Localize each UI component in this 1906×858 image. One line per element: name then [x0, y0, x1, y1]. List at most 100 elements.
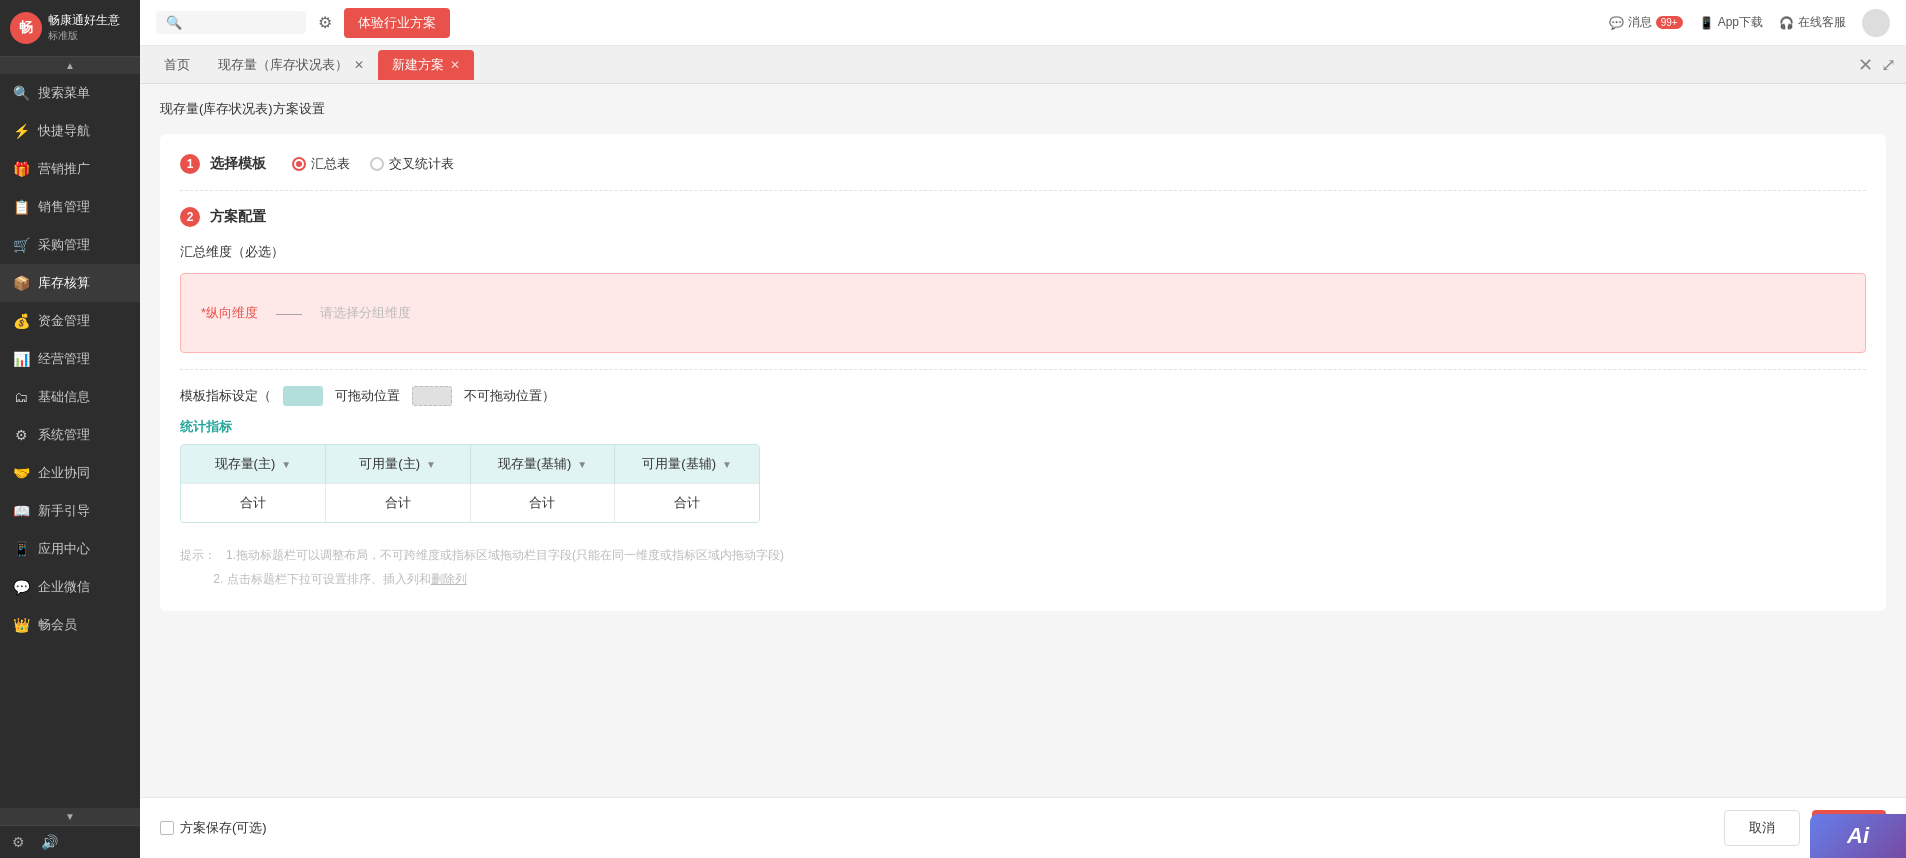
topbar-right: 💬 消息 99+ 📱 App下载 🎧 在线客服 — [1609, 9, 1890, 37]
tab-new-scheme-label: 新建方案 — [392, 56, 444, 74]
tab-inventory-status[interactable]: 现存量（库存状况表） ✕ — [204, 50, 378, 80]
sidebar-item-system[interactable]: ⚙ 系统管理 — [0, 416, 140, 454]
app-name: 畅康通好生意 — [48, 13, 120, 29]
dimension-box[interactable]: *纵向维度 —— 请选择分组维度 — [180, 273, 1866, 353]
sidebar-scroll-down[interactable]: ▼ — [0, 808, 140, 825]
non-draggable-indicator — [412, 386, 452, 406]
col-2-label: 可用量(主) — [359, 455, 420, 473]
cs-icon: 🎧 — [1779, 16, 1794, 30]
gear-icon[interactable]: ⚙ — [318, 13, 332, 32]
stats-table: 现存量(主) ▼ 可用量(主) ▼ 现存量(基辅) ▼ 可用量(基辅) — [180, 444, 760, 523]
save-checkbox[interactable]: 方案保存(可选) — [160, 819, 267, 837]
tab-inventory-close[interactable]: ✕ — [354, 58, 364, 72]
sidebar-item-label: 新手引导 — [38, 502, 90, 520]
industry-btn[interactable]: 体验行业方案 — [344, 8, 450, 38]
settings-icon[interactable]: ⚙ — [12, 834, 25, 850]
stats-table-row: 合计 合计 合计 合计 — [181, 483, 759, 522]
sidebar-item-marketing[interactable]: 🎁 营销推广 — [0, 150, 140, 188]
step2-label: 方案配置 — [210, 208, 266, 226]
sidebar-scroll-up[interactable]: ▲ — [0, 57, 140, 74]
tabbar: 首页 现存量（库存状况表） ✕ 新建方案 ✕ ✕ ⤢ — [140, 46, 1906, 84]
sidebar: 畅 畅康通好生意 标准版 ▲ 🔍 搜索菜单 ⚡ 快捷导航 🎁 营销推广 📋 销售… — [0, 0, 140, 858]
sidebar-item-purchase[interactable]: 🛒 采购管理 — [0, 226, 140, 264]
template-radio-group: 汇总表 交叉统计表 — [292, 155, 454, 173]
stats-label: 统计指标 — [180, 418, 1866, 436]
tips-line2: 2. 点击标题栏下拉可设置排序、插入列和删除列 — [180, 567, 1866, 591]
divider2 — [180, 369, 1866, 370]
sidebar-item-label: 系统管理 — [38, 426, 90, 444]
sidebar-item-app-center[interactable]: 📱 应用中心 — [0, 530, 140, 568]
app-download-btn[interactable]: 📱 App下载 — [1699, 14, 1763, 31]
search-box[interactable]: 🔍 — [156, 11, 306, 34]
step1-badge: 1 — [180, 154, 200, 174]
radio-summary[interactable]: 汇总表 — [292, 155, 350, 173]
col-4-label: 可用量(基辅) — [642, 455, 716, 473]
audio-icon[interactable]: 🔊 — [41, 834, 58, 850]
sidebar-item-label: 基础信息 — [38, 388, 90, 406]
sidebar-item-basic-info[interactable]: 🗂 基础信息 — [0, 378, 140, 416]
col-4-arrow: ▼ — [722, 459, 732, 470]
customer-service-btn[interactable]: 🎧 在线客服 — [1779, 14, 1846, 31]
sidebar-item-guide[interactable]: 📖 新手引导 — [0, 492, 140, 530]
sidebar-item-label: 营销推广 — [38, 160, 90, 178]
main-area: 🔍 ⚙ 体验行业方案 💬 消息 99+ 📱 App下载 🎧 在线客服 首页 — [140, 0, 1906, 858]
sidebar-item-search-menu[interactable]: 🔍 搜索菜单 — [0, 74, 140, 112]
sidebar-item-label: 采购管理 — [38, 236, 90, 254]
sidebar-item-label: 应用中心 — [38, 540, 90, 558]
search-menu-icon: 🔍 — [12, 84, 30, 102]
config-card: 1 选择模板 汇总表 交叉统计表 — [160, 134, 1886, 611]
cs-label: 在线客服 — [1798, 14, 1846, 31]
finance-icon: 💰 — [12, 312, 30, 330]
sidebar-item-inventory[interactable]: 📦 库存核算 — [0, 264, 140, 302]
radio-summary-label: 汇总表 — [311, 155, 350, 173]
purchase-icon: 🛒 — [12, 236, 30, 254]
cancel-button[interactable]: 取消 — [1724, 810, 1800, 846]
sidebar-item-member[interactable]: 👑 畅会员 — [0, 606, 140, 644]
wechat-icon: 💬 — [12, 578, 30, 596]
stats-table-header: 现存量(主) ▼ 可用量(主) ▼ 现存量(基辅) ▼ 可用量(基辅) — [181, 445, 759, 483]
tips-section: 提示： 1.拖动标题栏可以调整布局，不可跨维度或指标区域拖动栏目字段(只能在同一… — [180, 543, 1866, 591]
draggable-indicator — [283, 386, 323, 406]
radio-cross-label: 交叉统计表 — [389, 155, 454, 173]
sidebar-item-sales[interactable]: 📋 销售管理 — [0, 188, 140, 226]
sidebar-item-enterprise[interactable]: 🤝 企业协同 — [0, 454, 140, 492]
vertical-dim-label: *纵向维度 — [201, 304, 258, 322]
maximize-icon[interactable]: ⤢ — [1881, 54, 1896, 76]
radio-cross-circle — [370, 157, 384, 171]
col-3-header[interactable]: 现存量(基辅) ▼ — [471, 445, 616, 483]
col-4-header[interactable]: 可用量(基辅) ▼ — [615, 445, 759, 483]
search-input[interactable] — [188, 16, 288, 30]
sidebar-item-wechat[interactable]: 💬 企业微信 — [0, 568, 140, 606]
inventory-icon: 📦 — [12, 274, 30, 292]
app-logo: 畅 畅康通好生意 标准版 — [0, 0, 140, 57]
col-1-header[interactable]: 现存量(主) ▼ — [181, 445, 326, 483]
radio-cross[interactable]: 交叉统计表 — [370, 155, 454, 173]
app-icon: 📱 — [1699, 16, 1714, 30]
tab-new-scheme-close[interactable]: ✕ — [450, 58, 460, 72]
step1-row: 1 选择模板 汇总表 交叉统计表 — [180, 154, 1866, 174]
template-indicator-label: 模板指标设定（ — [180, 387, 271, 405]
footer: 方案保存(可选) 取消 查询 — [140, 797, 1906, 858]
message-icon: 💬 — [1609, 16, 1624, 30]
col-1-label: 现存量(主) — [215, 455, 276, 473]
col-3-arrow: ▼ — [577, 459, 587, 470]
sidebar-nav: 🔍 搜索菜单 ⚡ 快捷导航 🎁 营销推广 📋 销售管理 🛒 采购管理 📦 库存核… — [0, 74, 140, 808]
dim-placeholder: 请选择分组维度 — [320, 304, 411, 322]
tab-new-scheme[interactable]: 新建方案 ✕ — [378, 50, 474, 80]
member-icon: 👑 — [12, 616, 30, 634]
message-btn[interactable]: 💬 消息 99+ — [1609, 14, 1683, 31]
col-2-header[interactable]: 可用量(主) ▼ — [326, 445, 471, 483]
close-icon[interactable]: ✕ — [1858, 54, 1873, 76]
non-draggable-label: 不可拖动位置） — [464, 387, 555, 405]
ai-badge[interactable]: Ai — [1810, 814, 1906, 858]
sidebar-item-finance[interactable]: 💰 资金管理 — [0, 302, 140, 340]
user-avatar[interactable] — [1862, 9, 1890, 37]
cell-3: 合计 — [471, 484, 616, 522]
sidebar-item-label: 搜索菜单 — [38, 84, 90, 102]
sidebar-item-quick-nav[interactable]: ⚡ 快捷导航 — [0, 112, 140, 150]
cell-2: 合计 — [326, 484, 471, 522]
step2-row: 2 方案配置 — [180, 207, 1866, 227]
sidebar-item-label: 畅会员 — [38, 616, 77, 634]
tab-home[interactable]: 首页 — [150, 50, 204, 80]
sidebar-item-operations[interactable]: 📊 经营管理 — [0, 340, 140, 378]
